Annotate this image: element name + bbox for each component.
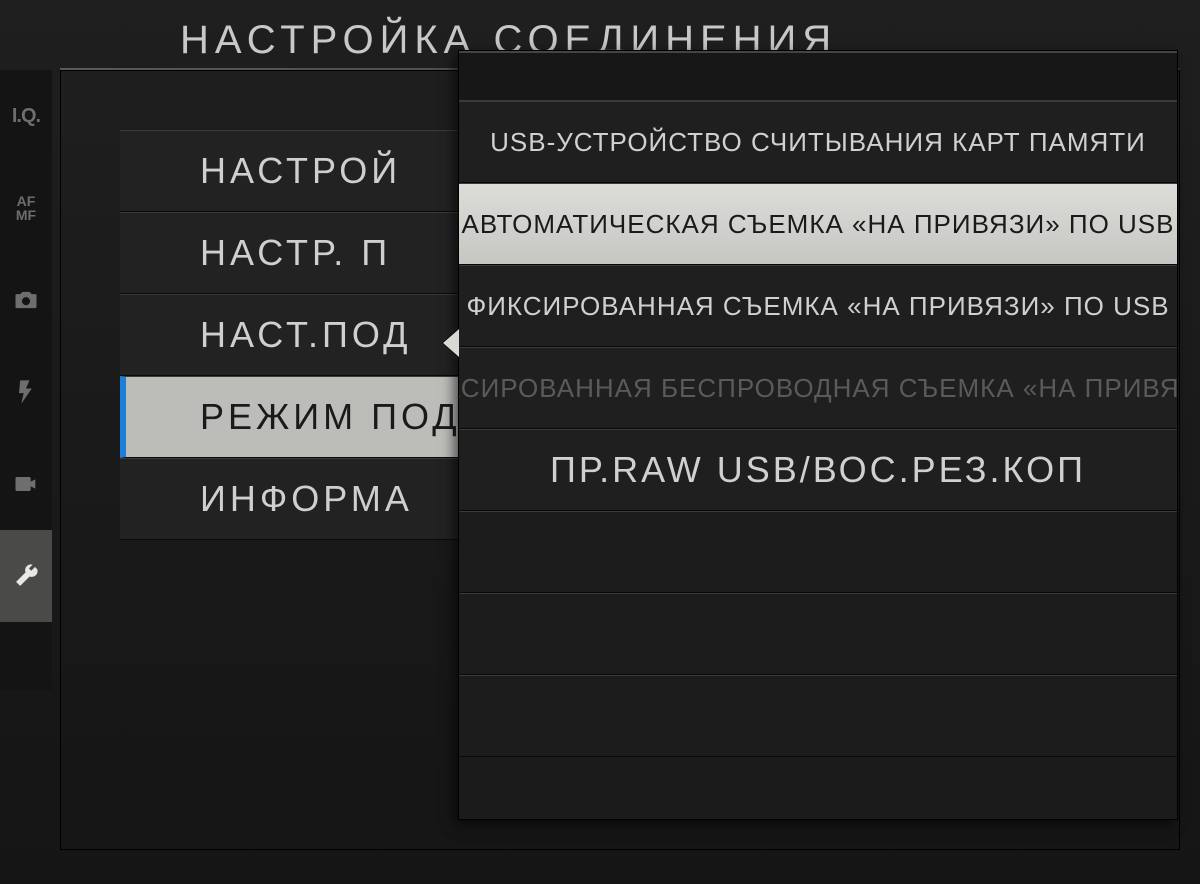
submenu-item-label: АВТОМАТИЧЕСКАЯ СЪЕМКА «НА ПРИВЯЗИ» ПО US… [462, 209, 1175, 240]
af-label: AF [16, 194, 36, 208]
icon-rail: I.Q. AF MF [0, 70, 52, 690]
rail-item-setup[interactable] [0, 530, 52, 622]
rail-item-flash[interactable] [0, 346, 52, 438]
submenu-item-empty-0 [459, 511, 1177, 593]
submenu-item-2[interactable]: ФИКСИРОВАННАЯ СЪЕМКА «НА ПРИВЯЗИ» ПО USB [459, 265, 1177, 347]
rail-item-iq[interactable]: I.Q. [0, 70, 52, 162]
camera-menu-screen: НАСТРОЙКА СОЕДИНЕНИЯ I.Q. AF MF [0, 0, 1200, 884]
submenu-item-4[interactable]: ПР.RAW USB/ВОС.РЕЗ.КОП [459, 429, 1177, 511]
rail-item-afmf[interactable]: AF MF [0, 162, 52, 254]
menu-item-label: ИНФОРМА [200, 478, 413, 520]
submenu-item-label: USB-УСТРОЙСТВО СЧИТЫВАНИЯ КАРТ ПАМЯТИ [490, 127, 1146, 158]
afmf-icon: AF MF [16, 194, 36, 222]
flash-icon [12, 378, 40, 406]
mf-label: MF [16, 208, 36, 222]
menu-item-label: НАСТРОЙ [200, 150, 401, 192]
submenu-item-label: ФИКСИРОВАННАЯ СЪЕМКА «НА ПРИВЯЗИ» ПО USB [466, 291, 1169, 322]
submenu-item-0[interactable]: USB-УСТРОЙСТВО СЧИТЫВАНИЯ КАРТ ПАМЯТИ [459, 101, 1177, 183]
iq-icon: I.Q. [12, 105, 40, 128]
submenu-item-label: ПР.RAW USB/ВОС.РЕЗ.КОП [550, 449, 1086, 491]
video-icon [12, 470, 40, 498]
submenu-item-empty-1 [459, 593, 1177, 675]
camera-icon [12, 286, 40, 314]
submenu-item-1[interactable]: АВТОМАТИЧЕСКАЯ СЪЕМКА «НА ПРИВЯЗИ» ПО US… [459, 183, 1177, 265]
submenu-items: USB-УСТРОЙСТВО СЧИТЫВАНИЯ КАРТ ПАМЯТИ АВ… [459, 101, 1177, 757]
menu-item-label: НАСТ.ПОД [200, 314, 412, 356]
submenu-item-empty-2 [459, 675, 1177, 757]
menu-item-label: РЕЖИМ ПОД [200, 396, 461, 438]
panel-header-gap [459, 53, 1177, 101]
rail-item-camera[interactable] [0, 254, 52, 346]
menu-item-label: НАСТР. П [200, 232, 391, 274]
rail-item-video[interactable] [0, 438, 52, 530]
submenu-panel: USB-УСТРОЙСТВО СЧИТЫВАНИЯ КАРТ ПАМЯТИ АВ… [458, 50, 1178, 820]
submenu-item-3: ФИКСИРОВАННАЯ БЕСПРОВОДНАЯ СЪЕМКА «НА ПР… [459, 347, 1177, 429]
back-arrow-icon[interactable] [443, 329, 459, 357]
wrench-icon [12, 562, 40, 590]
submenu-item-label: ФИКСИРОВАННАЯ БЕСПРОВОДНАЯ СЪЕМКА «НА ПР… [459, 373, 1177, 404]
